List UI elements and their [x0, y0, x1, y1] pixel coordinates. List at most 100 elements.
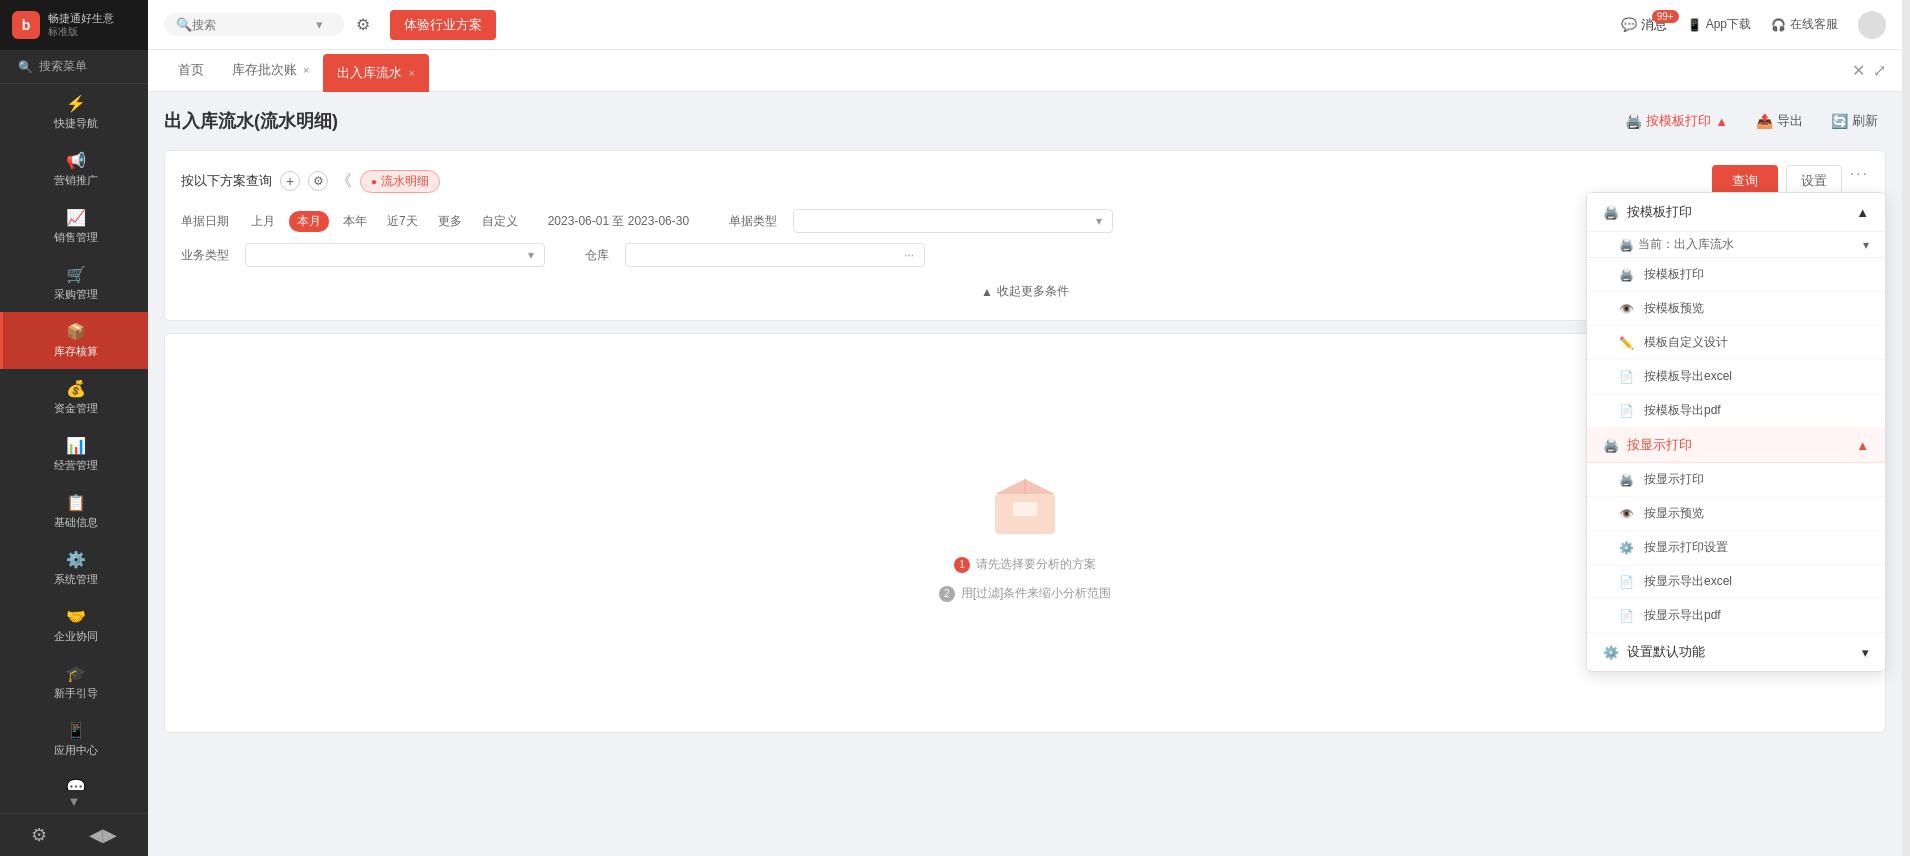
display-export-excel-label: 按显示导出excel [1644, 573, 1732, 590]
set-default-button[interactable]: ⚙️ 设置默认功能 ▾ [1587, 633, 1885, 671]
template-section-collapse-icon: ▲ [1856, 205, 1869, 220]
template-print-header-left: 🖨️ 按模板打印 [1603, 203, 1692, 221]
doc-type-field[interactable]: ▾ [793, 209, 1113, 233]
app-download-icon: 📱 [1687, 18, 1702, 32]
set-default-arrow-icon: ▾ [1862, 645, 1869, 660]
export-button[interactable]: 📤 导出 [1748, 108, 1811, 134]
biz-type-field[interactable]: ▾ [245, 243, 545, 267]
tab-flow[interactable]: 出入库流水 × [323, 54, 428, 92]
display-section-collapse-icon: ▲ [1856, 438, 1869, 453]
date-opt-this-year[interactable]: 本年 [337, 211, 373, 232]
tab-batch[interactable]: 库存批次账 × [218, 50, 323, 92]
sidebar-item-wechat[interactable]: 💬 企业微信 [0, 768, 148, 790]
app-download-button[interactable]: 📱 App下载 [1687, 16, 1751, 33]
message-button[interactable]: 💬 消息 99+ [1621, 16, 1667, 34]
sidebar-item-purchase[interactable]: 🛒 采购管理 [0, 255, 148, 312]
search-input[interactable] [192, 18, 312, 32]
sidebar-item-marketing[interactable]: 📢 营销推广 [0, 141, 148, 198]
sidebar-item-sales[interactable]: 📈 销售管理 [0, 198, 148, 255]
search-dropdown-icon[interactable]: ▾ [316, 17, 323, 32]
tab-flow-label: 出入库流水 [337, 64, 402, 82]
page-content: 出入库流水(流水明细) 🖨️ 按模板打印 ▲ 📤 导出 🔄 刷新 [148, 92, 1902, 856]
page-title: 出入库流水(流水明细) [164, 109, 338, 133]
filter-title: 按以下方案查询 [181, 172, 272, 190]
empty-state-icon [985, 464, 1065, 544]
template-print-item-icon: 🖨️ [1619, 268, 1634, 282]
refresh-button[interactable]: 🔄 刷新 [1823, 108, 1886, 134]
dropdown-item-display-print-settings[interactable]: ⚙️ 按显示打印设置 [1587, 531, 1885, 565]
sidebar-item-guide[interactable]: 🎓 新手引导 [0, 654, 148, 711]
dropdown-item-template-export-excel[interactable]: 📄 按模板导出excel [1587, 360, 1885, 394]
dropdown-item-display-print[interactable]: 🖨️ 按显示打印 [1587, 463, 1885, 497]
tab-flow-close[interactable]: × [408, 67, 414, 79]
collapse-icon[interactable]: ◀▶ [89, 824, 117, 846]
date-opt-more[interactable]: 更多 [432, 211, 468, 232]
filter-settings-button[interactable]: ⚙ [308, 171, 328, 191]
date-opt-7days[interactable]: 近7天 [381, 211, 424, 232]
dropdown-item-template-custom[interactable]: ✏️ 模板自定义设计 [1587, 326, 1885, 360]
date-opt-last-month[interactable]: 上月 [245, 211, 281, 232]
search-icon: 🔍 [18, 60, 33, 74]
sidebar-item-label: 库存核算 [54, 344, 98, 359]
dropdown-item-display-export-pdf[interactable]: 📄 按显示导出pdf [1587, 599, 1885, 633]
current-template-row: 🖨️ 当前：出入库流水 ▾ [1587, 232, 1885, 258]
dropdown-item-display-preview[interactable]: 👁️ 按显示预览 [1587, 497, 1885, 531]
online-service-button[interactable]: 🎧 在线客服 [1771, 16, 1838, 33]
warehouse-field[interactable]: ··· [625, 243, 925, 267]
dropdown-item-template-export-pdf[interactable]: 📄 按模板导出pdf [1587, 394, 1885, 428]
sidebar-item-inventory[interactable]: 📦 库存核算 [0, 312, 148, 369]
template-preview-icon: 👁️ [1619, 302, 1634, 316]
sidebar-scroll-down[interactable]: ▼ [0, 790, 148, 813]
dropdown-item-template-preview[interactable]: 👁️ 按模板预览 [1587, 292, 1885, 326]
date-opt-this-month[interactable]: 本月 [289, 211, 329, 232]
print-icon: 🖨️ [1625, 113, 1642, 129]
doc-type-arrow-icon: ▾ [1096, 214, 1102, 228]
display-export-pdf-label: 按显示导出pdf [1644, 607, 1721, 624]
filter-add-button[interactable]: + [280, 171, 300, 191]
sidebar-item-operations[interactable]: 📊 经营管理 [0, 426, 148, 483]
inventory-icon: 📦 [66, 322, 86, 341]
wechat-icon: 💬 [66, 778, 86, 790]
sidebar-item-app-center[interactable]: 📱 应用中心 [0, 711, 148, 768]
dropdown-item-display-export-excel[interactable]: 📄 按显示导出excel [1587, 565, 1885, 599]
sidebar-item-enterprise[interactable]: 🤝 企业协同 [0, 597, 148, 654]
tabs-close-button[interactable]: ✕ [1852, 61, 1865, 80]
filter-collapse-button[interactable]: 《 [336, 171, 352, 192]
header-settings-icon[interactable]: ⚙ [356, 15, 370, 34]
tab-batch-close[interactable]: × [303, 64, 309, 76]
right-sidebar-strip[interactable] [1902, 0, 1910, 856]
operations-icon: 📊 [66, 436, 86, 455]
sidebar-item-shortcut[interactable]: ⚡ 快捷导航 [0, 84, 148, 141]
enterprise-icon: 🤝 [66, 607, 86, 626]
marketing-icon: 📢 [66, 151, 86, 170]
display-print-settings-icon: ⚙️ [1619, 541, 1634, 555]
sidebar-item-system[interactable]: ⚙️ 系统管理 [0, 540, 148, 597]
sidebar-item-label: 销售管理 [54, 230, 98, 245]
date-opt-custom[interactable]: 自定义 [476, 211, 524, 232]
sidebar-item-finance[interactable]: 💰 资金管理 [0, 369, 148, 426]
sidebar-item-basic[interactable]: 📋 基础信息 [0, 483, 148, 540]
settings-icon[interactable]: ⚙ [31, 824, 47, 846]
user-avatar[interactable] [1858, 11, 1886, 39]
header-search-bar[interactable]: 🔍 ▾ [164, 13, 344, 36]
empty-step-2: 2 用[过滤]条件来缩小分析范围 [939, 585, 1112, 602]
display-print-header-label: 按显示打印 [1627, 436, 1692, 454]
refresh-label: 刷新 [1852, 112, 1878, 130]
display-print-header-left: 🖨️ 按显示打印 [1603, 436, 1692, 454]
tabs-expand-button[interactable]: ⤢ [1873, 61, 1886, 80]
tab-home[interactable]: 首页 [164, 50, 218, 92]
sidebar-search[interactable]: 🔍 搜索菜单 [0, 50, 148, 84]
filter-tag[interactable]: ● 流水明细 [360, 170, 440, 193]
purchase-icon: 🛒 [66, 265, 86, 284]
trial-button[interactable]: 体验行业方案 [390, 10, 496, 40]
message-badge: 99+ [1652, 10, 1679, 23]
dropdown-item-template-print[interactable]: 🖨️ 按模板打印 [1587, 258, 1885, 292]
template-print-section-header[interactable]: 🖨️ 按模板打印 ▲ [1587, 193, 1885, 232]
display-print-section-header[interactable]: 🖨️ 按显示打印 ▲ [1587, 428, 1885, 463]
date-filter-label: 单据日期 [181, 213, 229, 230]
date-range-display: 2023-06-01 至 2023-06-30 [548, 213, 689, 230]
refresh-icon: 🔄 [1831, 113, 1848, 129]
tabs-bar: 首页 库存批次账 × 出入库流水 × ✕ ⤢ [148, 50, 1902, 92]
print-dropdown-panel: 🖨️ 按模板打印 ▲ 🖨️ 当前：出入库流水 ▾ 🖨️ 按模板打印 👁️ 按模板… [1586, 192, 1886, 672]
print-button[interactable]: 🖨️ 按模板打印 ▲ [1617, 108, 1736, 134]
